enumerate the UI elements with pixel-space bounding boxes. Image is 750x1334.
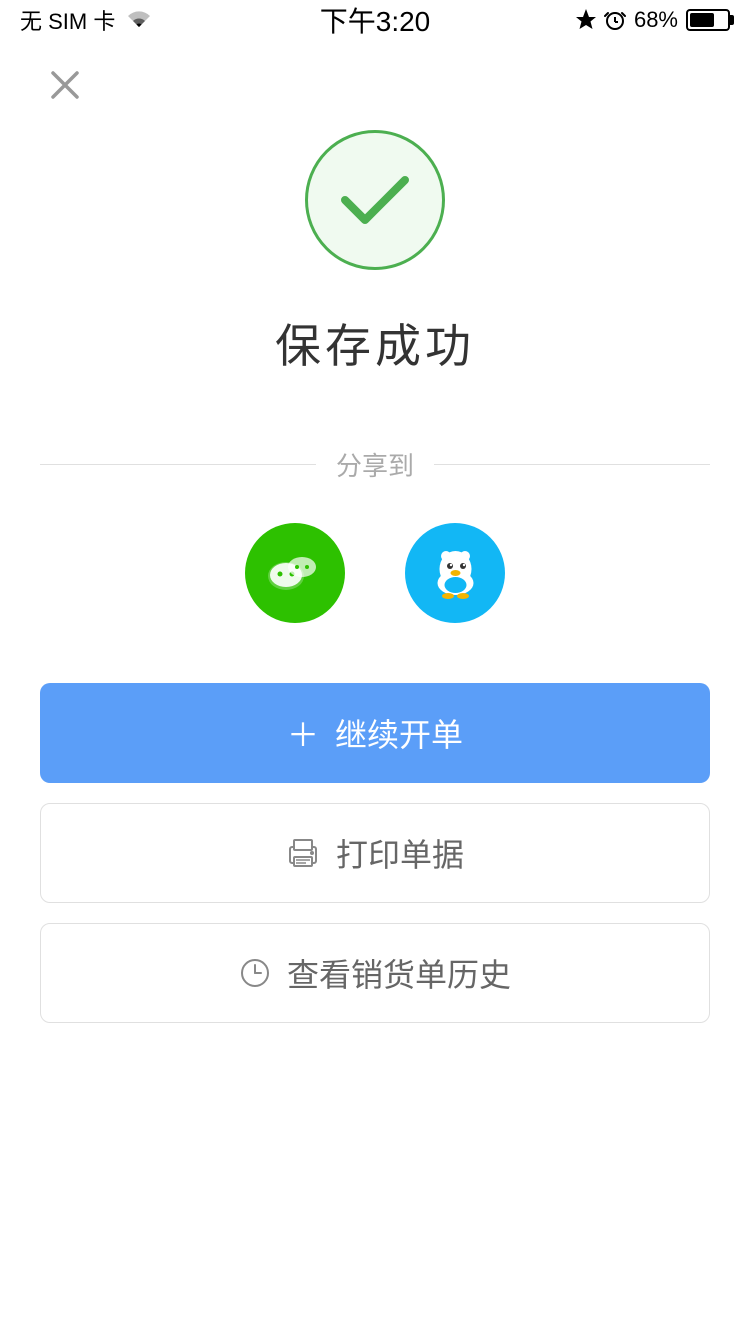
battery-icon <box>686 9 730 31</box>
status-time: 下午3:20 <box>320 0 431 40</box>
wechat-share-button[interactable] <box>245 523 345 623</box>
divider-right <box>434 464 710 465</box>
close-button[interactable] <box>40 60 90 110</box>
battery-percent: 68% <box>634 7 678 33</box>
location-icon <box>576 9 596 31</box>
success-area: 保存成功 <box>40 130 710 376</box>
status-right: 68% <box>576 7 730 33</box>
battery-fill <box>690 13 714 27</box>
qq-share-button[interactable] <box>405 523 505 623</box>
close-icon <box>47 67 83 103</box>
continue-label: 继续开单 <box>335 710 463 756</box>
history-label: 查看销货单历史 <box>287 950 511 996</box>
divider-left <box>40 464 316 465</box>
history-icon <box>239 957 271 989</box>
share-label: 分享到 <box>336 446 414 483</box>
status-bar: 无 SIM 卡 下午3:20 68% <box>0 0 750 40</box>
alarm-icon <box>604 9 626 31</box>
checkmark-icon <box>340 172 410 228</box>
success-title: 保存成功 <box>275 310 475 376</box>
qq-icon <box>428 543 483 603</box>
share-section: 分享到 <box>40 446 710 623</box>
continue-button[interactable]: ＋ 继续开单 <box>40 683 710 783</box>
action-buttons: ＋ 继续开单 打印单据 查看销货单历史 <box>40 683 710 1023</box>
success-circle <box>305 130 445 270</box>
history-button[interactable]: 查看销货单历史 <box>40 923 710 1023</box>
main-content: 保存成功 分享到 <box>0 40 750 1334</box>
status-left: 无 SIM 卡 <box>20 4 153 36</box>
share-icons <box>40 523 710 623</box>
share-divider: 分享到 <box>40 446 710 483</box>
wechat-icon <box>266 548 324 598</box>
print-button[interactable]: 打印单据 <box>40 803 710 903</box>
carrier-text: 无 SIM 卡 <box>20 4 115 36</box>
continue-plus-icon: ＋ <box>287 710 319 756</box>
wifi-icon <box>125 9 153 31</box>
print-icon <box>286 837 320 869</box>
print-label: 打印单据 <box>336 830 464 876</box>
